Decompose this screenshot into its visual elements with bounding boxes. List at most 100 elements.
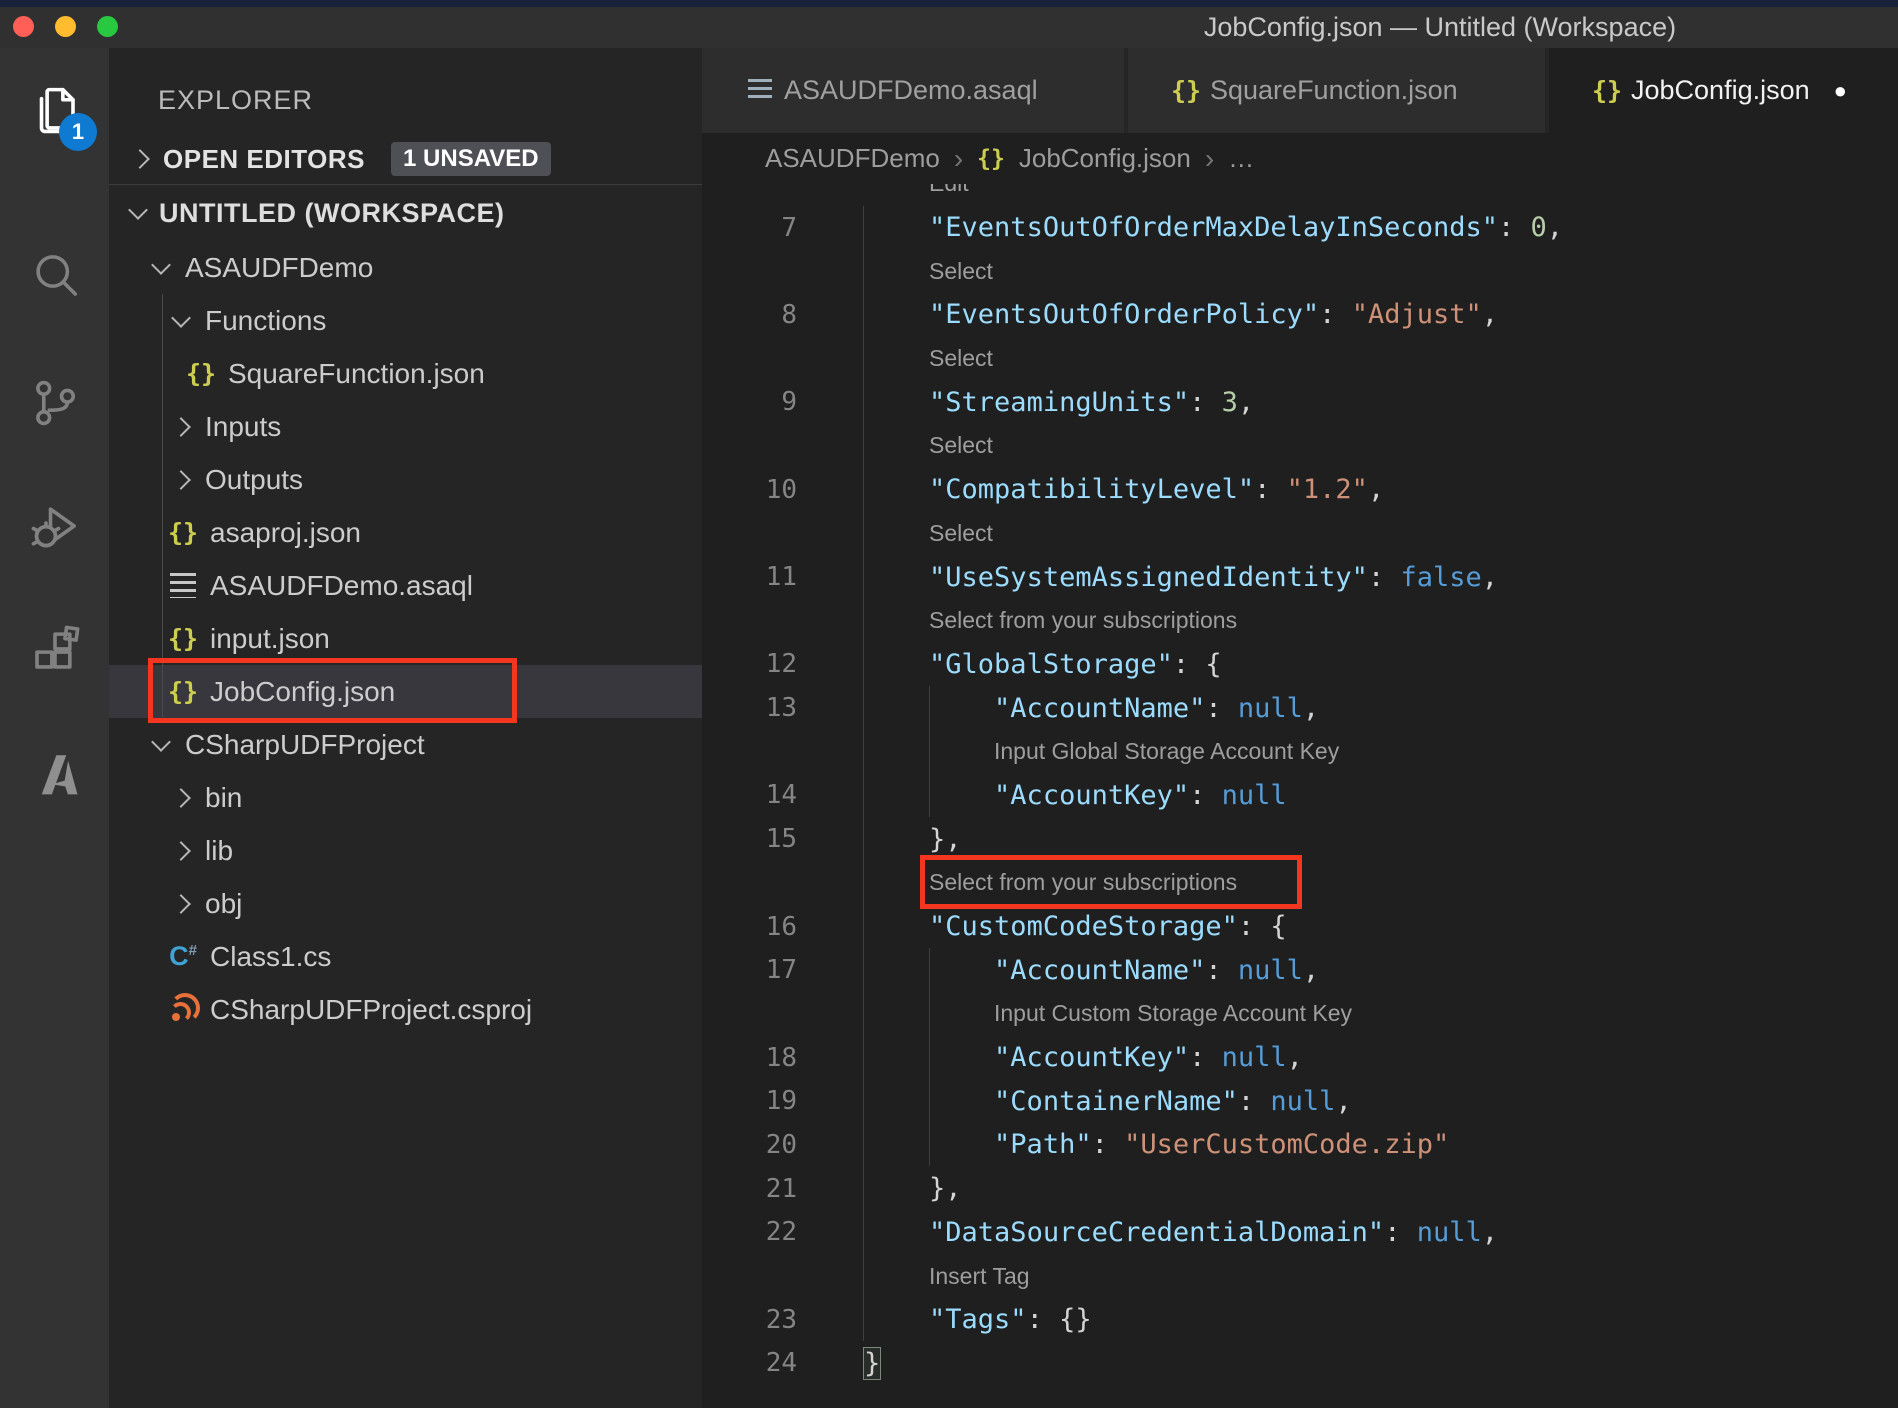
- code-line-text[interactable]: "AccountKey": null,: [864, 1042, 1303, 1073]
- code-line-text[interactable]: "AccountKey": null: [864, 780, 1287, 811]
- json-braces-icon: {}: [167, 624, 199, 653]
- code-line-8[interactable]: 8 "EventsOutOfOrderPolicy": "Adjust",: [702, 293, 1898, 337]
- tab-bar: ASAUDFDemo.asaql {} SquareFunction.json …: [702, 48, 1898, 133]
- code-line-text[interactable]: }: [862, 1346, 882, 1380]
- tree-item-squarefunction-json[interactable]: {} SquareFunction.json: [109, 347, 702, 400]
- code-line-text[interactable]: "AccountName": null,: [864, 955, 1319, 986]
- code-line-9[interactable]: 9 "StreamingUnits": 3,: [702, 380, 1898, 424]
- code-line-text[interactable]: "StreamingUnits": 3,: [864, 387, 1254, 418]
- code-line-22[interactable]: 22 "DataSourceCredentialDomain": null,: [702, 1211, 1898, 1255]
- tree-item-jobconfig-json[interactable]: {} JobConfig.json: [109, 665, 702, 718]
- code-line-21[interactable]: 21 },: [702, 1167, 1898, 1211]
- tree-item-label: input.json: [210, 622, 330, 654]
- breadcrumb-folder[interactable]: ASAUDFDemo: [765, 143, 940, 174]
- code-line-text[interactable]: "Tags": {}: [864, 1304, 1092, 1335]
- azure-icon[interactable]: [0, 723, 109, 827]
- code-line-7[interactable]: 7 "EventsOutOfOrderMaxDelayInSeconds": 0…: [702, 206, 1898, 250]
- code-line-23[interactable]: 23 "Tags": {}: [702, 1298, 1898, 1342]
- tree-item-obj[interactable]: obj: [109, 877, 702, 930]
- code-line-11[interactable]: 11 "UseSystemAssignedIdentity": false,: [702, 555, 1898, 599]
- open-editors-section[interactable]: OPEN EDITORS 1 UNSAVED: [109, 134, 702, 184]
- code-line-10[interactable]: 10 "CompatibilityLevel": "1.2",: [702, 468, 1898, 512]
- maximize-window-button[interactable]: [97, 16, 118, 37]
- codelens-row: Input Custom Storage Account Key: [702, 992, 1898, 1036]
- code-line-12[interactable]: 12 "GlobalStorage": {: [702, 643, 1898, 687]
- codelens-link[interactable]: Select: [864, 520, 993, 547]
- tree-item-label: Inputs: [205, 410, 282, 442]
- code-line-text[interactable]: },: [864, 824, 962, 855]
- code-line-13[interactable]: 13 "AccountName": null,: [702, 686, 1898, 730]
- code-line-text[interactable]: "EventsOutOfOrderMaxDelayInSeconds": 0,: [864, 212, 1563, 243]
- code-line-text[interactable]: "DataSourceCredentialDomain": null,: [864, 1217, 1498, 1248]
- tree-item-input-json[interactable]: {} input.json: [109, 612, 702, 665]
- json-braces-icon: {}: [185, 359, 217, 388]
- code-line-text[interactable]: "CompatibilityLevel": "1.2",: [864, 474, 1384, 505]
- codelens-link[interactable]: Edit: [864, 184, 969, 197]
- explorer-sidebar: EXPLORER OPEN EDITORS 1 UNSAVED UNTITLED…: [109, 48, 702, 1408]
- breadcrumb-file[interactable]: JobConfig.json: [1019, 143, 1191, 174]
- code-line-24[interactable]: 24}: [702, 1342, 1898, 1386]
- tree-item-asaudfdemo-asaql[interactable]: ASAUDFDemo.asaql: [109, 559, 702, 612]
- code-line-16[interactable]: 16 "CustomCodeStorage": {: [702, 905, 1898, 949]
- tab-squarefunction-json[interactable]: {} SquareFunction.json: [1128, 48, 1545, 133]
- tree-item-class1-cs[interactable]: C# Class1.cs: [109, 930, 702, 983]
- code-line-text[interactable]: "GlobalStorage": {: [864, 649, 1222, 680]
- tree-item-lib[interactable]: lib: [109, 824, 702, 877]
- codelens-row: Select: [702, 249, 1898, 293]
- explorer-icon[interactable]: 1: [0, 59, 109, 163]
- codelens-link[interactable]: Select: [864, 432, 993, 459]
- codelens-link[interactable]: Input Custom Storage Account Key: [864, 1000, 1352, 1027]
- tree-item-label: ASAUDFDemo.asaql: [210, 569, 473, 601]
- codelens-link[interactable]: Select from your subscriptions: [864, 869, 1237, 896]
- extensions-icon[interactable]: [0, 599, 109, 703]
- breadcrumb-symbol[interactable]: …: [1228, 143, 1254, 174]
- code-line-15[interactable]: 15 },: [702, 817, 1898, 861]
- tree-item-asaudfdemo[interactable]: ASAUDFDemo: [109, 241, 702, 294]
- code-line-text[interactable]: "Path": "UserCustomCode.zip": [864, 1129, 1449, 1160]
- json-braces-icon: {}: [167, 518, 199, 547]
- run-debug-icon[interactable]: [0, 474, 109, 578]
- search-icon[interactable]: [0, 224, 109, 328]
- file-lines-icon: [165, 573, 201, 598]
- line-number: 22: [765, 1217, 797, 1248]
- chevron-right-icon: [171, 840, 191, 861]
- unsaved-dot-icon[interactable]: ●: [1834, 78, 1847, 104]
- codelens-link[interactable]: Select: [864, 258, 993, 285]
- close-window-button[interactable]: [13, 16, 34, 37]
- code-line-14[interactable]: 14 "AccountKey": null: [702, 774, 1898, 818]
- codelens-link[interactable]: Insert Tag: [864, 1263, 1030, 1290]
- tab-label: SquareFunction.json: [1210, 75, 1458, 105]
- code-line-20[interactable]: 20 "Path": "UserCustomCode.zip": [702, 1123, 1898, 1167]
- codelens-link[interactable]: Select: [864, 345, 993, 372]
- code-line-text[interactable]: "EventsOutOfOrderPolicy": "Adjust",: [864, 299, 1498, 330]
- codelens-link[interactable]: Input Global Storage Account Key: [864, 738, 1339, 765]
- tree-item-label: Functions: [205, 304, 327, 336]
- tree-item-bin[interactable]: bin: [109, 771, 702, 824]
- tree-item-inputs[interactable]: Inputs: [109, 400, 702, 453]
- tree-item-csharpudfproject[interactable]: CSharpUDFProject: [109, 718, 702, 771]
- code-line-text[interactable]: "UseSystemAssignedIdentity": false,: [864, 562, 1498, 593]
- code-line-text[interactable]: "AccountName": null,: [864, 693, 1319, 724]
- workspace-section[interactable]: UNTITLED (WORKSPACE): [109, 185, 702, 241]
- minimize-window-button[interactable]: [55, 16, 76, 37]
- code-line-text[interactable]: },: [864, 1173, 962, 1204]
- code-line-17[interactable]: 17 "AccountName": null,: [702, 948, 1898, 992]
- chevron-down-icon: [151, 254, 171, 275]
- vscode-window: JobConfig.json — Untitled (Workspace) 1: [0, 0, 1898, 1408]
- tab-jobconfig-json[interactable]: {} JobConfig.json ●: [1549, 48, 1898, 133]
- source-control-icon[interactable]: [0, 351, 109, 455]
- tree-item-outputs[interactable]: Outputs: [109, 453, 702, 506]
- codelens-link[interactable]: Select from your subscriptions: [864, 607, 1237, 634]
- tree-item-csharpudfproject-csproj[interactable]: CSharpUDFProject.csproj: [109, 983, 702, 1036]
- line-number: 17: [765, 955, 797, 986]
- tree-item-functions[interactable]: Functions: [109, 294, 702, 347]
- codelens-row: Input Global Storage Account Key: [702, 730, 1898, 774]
- code-editor[interactable]: Edit 7 "EventsOutOfOrderMaxDelayInSeconds…: [702, 184, 1898, 1408]
- tree-item-label: ASAUDFDemo: [185, 251, 374, 283]
- tree-item-asaproj-json[interactable]: {} asaproj.json: [109, 506, 702, 559]
- tab-asaudfdemo-asaql[interactable]: ASAUDFDemo.asaql: [702, 48, 1124, 133]
- code-line-text[interactable]: "ContainerName": null,: [864, 1086, 1352, 1117]
- code-line-18[interactable]: 18 "AccountKey": null,: [702, 1036, 1898, 1080]
- code-line-text[interactable]: "CustomCodeStorage": {: [864, 911, 1287, 942]
- code-line-19[interactable]: 19 "ContainerName": null,: [702, 1079, 1898, 1123]
